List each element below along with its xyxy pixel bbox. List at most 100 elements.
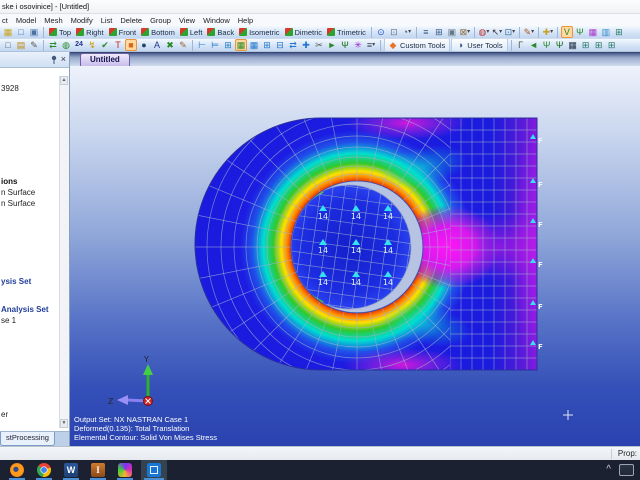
mesh-size-icon[interactable]: ⊨	[209, 39, 221, 51]
chrome-taskbar-button[interactable]	[33, 460, 55, 480]
deform-plot-icon[interactable]: Ψ	[574, 26, 586, 38]
solid-highlight-icon[interactable]: ■	[125, 39, 137, 51]
flower-icon[interactable]: ✳	[352, 39, 364, 51]
scroll-up-icon[interactable]: ▲	[60, 76, 68, 85]
menu-list[interactable]: List	[101, 16, 113, 25]
femap-logo-taskbar-button[interactable]	[114, 460, 136, 480]
mesh-surface-icon[interactable]: ⊞	[222, 39, 234, 51]
view-right-button[interactable]: Right	[74, 26, 106, 38]
leaf-icon[interactable]: Ψ	[541, 39, 553, 51]
tray-expand-chevron[interactable]: ^	[606, 465, 611, 475]
tree-item[interactable]: Analysis Set	[1, 305, 49, 314]
surface-mesh-icon[interactable]: ◍	[60, 39, 72, 51]
view-left-button[interactable]: Left	[178, 26, 205, 38]
tree-item[interactable]: n Surface	[1, 199, 35, 208]
tree-item[interactable]: er	[1, 410, 8, 419]
tree-item[interactable]: ions	[1, 177, 17, 186]
view-trimetric-button[interactable]: Trimetric	[325, 26, 368, 38]
magnifier-icon[interactable]: ◔ ▾	[401, 26, 413, 38]
grid-a-icon[interactable]: ⊞	[580, 39, 592, 51]
mesh-between-icon[interactable]: ▦	[248, 39, 260, 51]
rotate-view-icon[interactable]: ⊙	[375, 26, 387, 38]
scroll-down-icon[interactable]: ▼	[60, 419, 68, 428]
firefox-taskbar-button[interactable]	[6, 460, 28, 480]
constraint-check-icon[interactable]: ✔	[99, 39, 111, 51]
mesh-sync-icon[interactable]: ⇄	[287, 39, 299, 51]
active-window-taskbar-button[interactable]	[141, 460, 167, 480]
panel-scrollbar[interactable]: ▲ ▼	[59, 76, 69, 428]
user-tools-button[interactable]: ◑ User Tools	[451, 39, 508, 51]
add-tool-icon[interactable]: ✚ ▾	[542, 26, 554, 38]
new-window-icon[interactable]: □	[15, 26, 27, 38]
post-data-icon[interactable]: V	[560, 26, 573, 38]
mesh-remesh-icon[interactable]: ⊟	[274, 39, 286, 51]
mesh-transition-icon[interactable]: ⊞	[261, 39, 273, 51]
select-mode-icon[interactable]: ⊡ ▾	[504, 26, 516, 38]
text-datum-icon[interactable]: T	[112, 39, 124, 51]
delete-green-icon[interactable]: ✖	[164, 39, 176, 51]
beam-grid-icon[interactable]: ⊞	[613, 26, 625, 38]
tree-item[interactable]: 3928	[1, 84, 19, 93]
node-id-icon[interactable]: 24	[73, 39, 85, 51]
pin-icon[interactable]	[50, 55, 58, 65]
menu-help[interactable]: Help	[238, 16, 253, 25]
menu-group[interactable]: Group	[150, 16, 171, 25]
menu-view[interactable]: View	[179, 16, 195, 25]
geometry-transform-icon[interactable]: ⇄	[47, 39, 59, 51]
view-front-button[interactable]: Front	[107, 26, 139, 38]
menu-window[interactable]: Window	[203, 16, 230, 25]
mesh-plus-icon[interactable]: ✚	[300, 39, 312, 51]
tree-item[interactable]: se 1	[1, 316, 16, 325]
menu-mesh[interactable]: Mesh	[44, 16, 62, 25]
menu-modify[interactable]: Modify	[71, 16, 93, 25]
view-top-button[interactable]: Top	[47, 26, 73, 38]
view-isometric-button[interactable]: Isometric	[237, 26, 281, 38]
color-palette-icon[interactable]: ◍ ▾	[478, 26, 490, 38]
load-bolt-icon[interactable]: ↯	[86, 39, 98, 51]
prev-arrow-icon[interactable]: ◄	[528, 39, 540, 51]
zoom-window-icon[interactable]: ⊡	[388, 26, 400, 38]
mesh-control-icon[interactable]: ⊢	[196, 39, 208, 51]
installer-taskbar-button[interactable]: I	[87, 460, 109, 480]
label-a-icon[interactable]: A	[151, 39, 163, 51]
solid-box-icon[interactable]: ⊠ ▾	[459, 26, 471, 38]
word-taskbar-button[interactable]: W	[60, 460, 82, 480]
view-dimetric-button[interactable]: Dimetric	[283, 26, 325, 38]
grid-c-icon[interactable]: ⊞	[606, 39, 618, 51]
menu-delete[interactable]: Delete	[120, 16, 142, 25]
view-back-button[interactable]: Back	[205, 26, 236, 38]
entity-list-icon[interactable]: ≡	[420, 26, 432, 38]
tab-untitled[interactable]: Untitled	[80, 53, 130, 66]
criteria-plot-icon[interactable]: ▥	[600, 26, 612, 38]
output-list-icon[interactable]: ≡ ▾	[365, 39, 377, 51]
view-style-palette-icon[interactable]: ▦	[2, 26, 14, 38]
custom-tools-button[interactable]: ◆ Custom Tools	[384, 39, 451, 51]
graphics-canvas[interactable]: 14 14 14 14 14 14 14 14 14 F F F F F F Y…	[70, 66, 640, 446]
title-bar[interactable]: ske i osovinice] - [Untitled]	[0, 0, 640, 14]
node-dot-icon[interactable]: ●	[138, 39, 150, 51]
run-arrow-icon[interactable]: ►	[326, 39, 338, 51]
tab-postprocessing[interactable]: stProcessing	[0, 432, 55, 446]
hammer-icon[interactable]: Γ	[515, 39, 527, 51]
leaf-dark-icon[interactable]: Ψ	[554, 39, 566, 51]
tree-item[interactable]: ysis Set	[1, 277, 31, 286]
print-icon[interactable]: ▣	[28, 26, 40, 38]
edit-icon[interactable]: ✎	[28, 39, 40, 51]
sketch-icon[interactable]: ✎	[177, 39, 189, 51]
grid-b-icon[interactable]: ⊞	[593, 39, 605, 51]
view-options-icon[interactable]: ⊞	[433, 26, 445, 38]
pointer-icon[interactable]: ↖ ▾	[491, 26, 503, 38]
tray-input-icon[interactable]	[619, 464, 634, 476]
close-icon[interactable]: ×	[61, 55, 66, 64]
view-bottom-button[interactable]: Bottom	[139, 26, 177, 38]
copy-picture-icon[interactable]: ▣	[446, 26, 458, 38]
paint-model-icon[interactable]: ✎ ▾	[523, 26, 535, 38]
menu-ct[interactable]: ct	[2, 16, 8, 25]
menu-model[interactable]: Model	[16, 16, 36, 25]
open-model-icon[interactable]: ▤	[15, 39, 27, 51]
new-model-icon[interactable]: □	[2, 39, 14, 51]
mesh-solid-icon[interactable]: ▦	[235, 39, 247, 51]
contour-plot-icon[interactable]: ▦	[587, 26, 599, 38]
tree-item[interactable]: n Surface	[1, 188, 35, 197]
dark-grid-icon[interactable]: ▦	[567, 39, 579, 51]
